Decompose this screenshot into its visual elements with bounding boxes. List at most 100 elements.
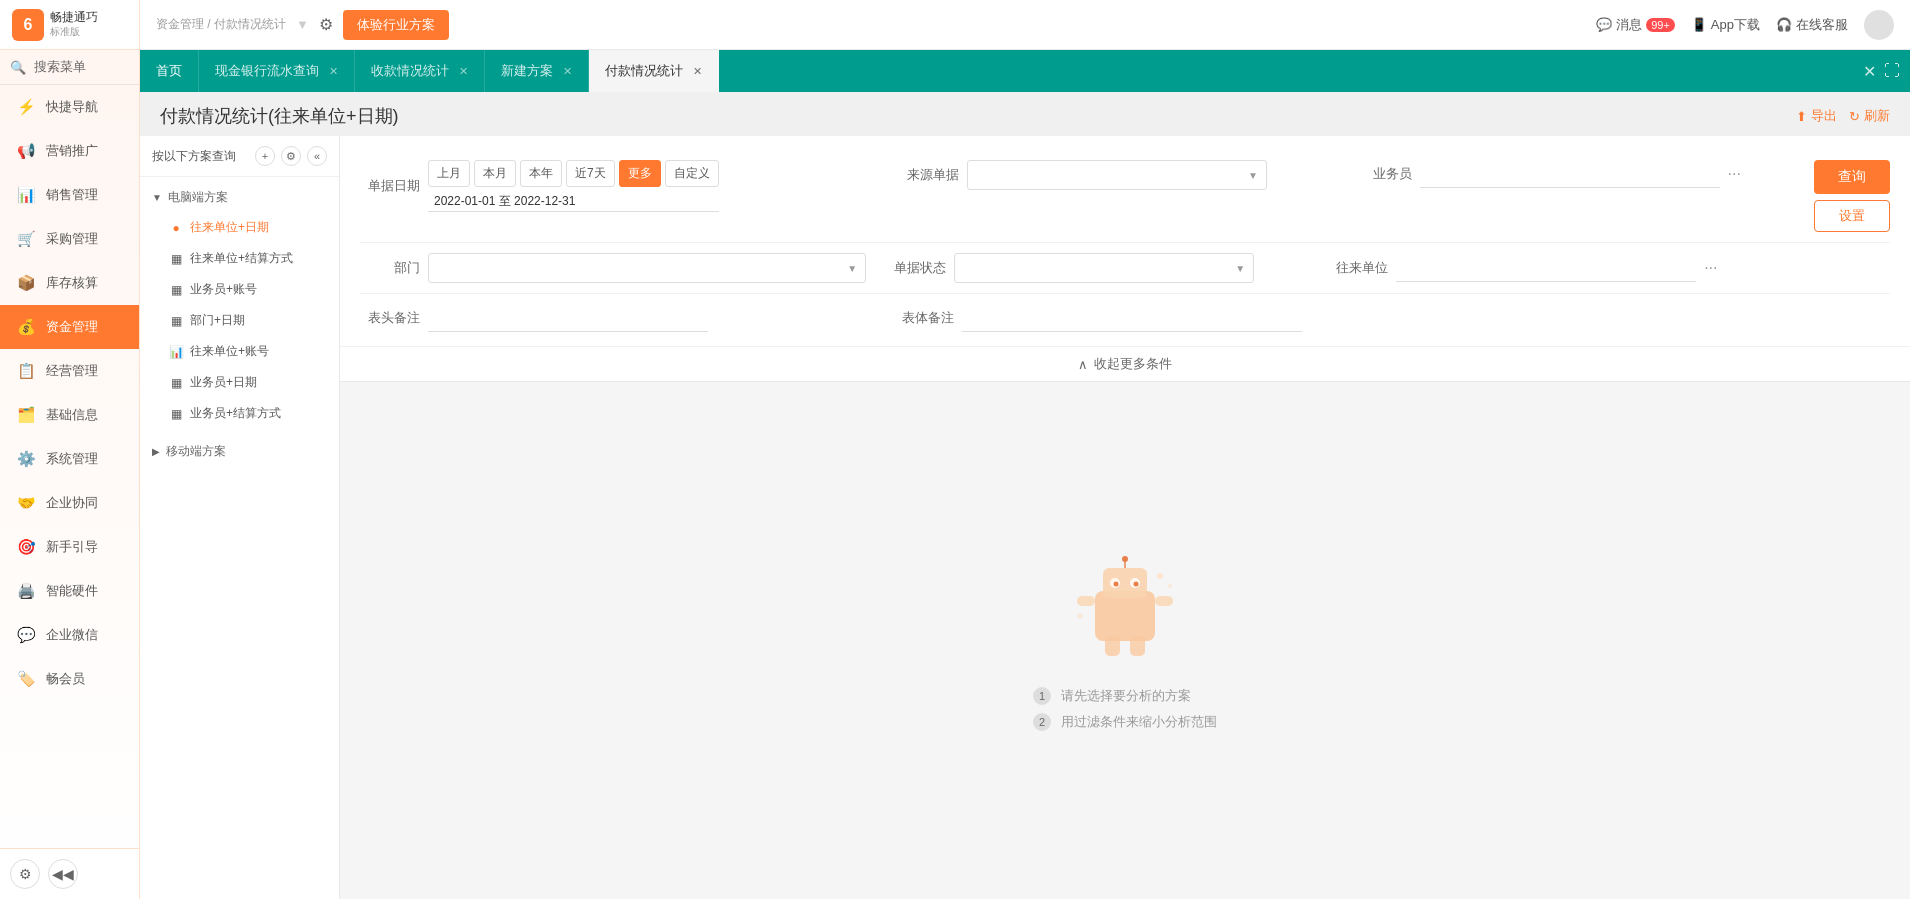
sidebar-item-finance[interactable]: 💰 资金管理 [0,305,139,349]
topbar-settings-icon[interactable]: ⚙ [319,15,333,34]
sidebar-item-inventory[interactable]: 📦 库存核算 [0,261,139,305]
date-range-input[interactable] [428,191,719,212]
sidebar-item-hardware[interactable]: 🖨️ 智能硬件 [0,569,139,613]
salesperson-filter: 业务员 ··· [1352,160,1785,188]
tab-collection-close[interactable]: ✕ [459,65,468,78]
svg-point-13 [1168,584,1172,588]
svg-rect-11 [1130,636,1145,656]
sidebar-item-guide[interactable]: 🎯 新手引导 [0,525,139,569]
sidebar-item-purchase[interactable]: 🛒 采购管理 [0,217,139,261]
messages-btn[interactable]: 💬 消息 99+ [1596,16,1675,34]
sidebar-label: 智能硬件 [46,582,98,600]
date-this-year-btn[interactable]: 本年 [520,160,562,187]
sidebar-item-sales[interactable]: 📊 销售管理 [0,173,139,217]
scheme-group-mobile-title[interactable]: ▶ 移动端方案 [140,437,339,466]
collapse-icon: « [314,150,320,162]
sidebar-item-cooperation[interactable]: 🤝 企业协同 [0,481,139,525]
online-service-btn[interactable]: 🎧 在线客服 [1776,16,1848,34]
app-download-label: App下载 [1711,16,1760,34]
header-note-input[interactable] [428,304,708,332]
doc-status-select[interactable]: ▼ [954,253,1254,283]
tab-home[interactable]: 首页 [140,50,199,92]
tabbar-right: ✕ ⛶ [1853,50,1910,92]
quick-nav-icon: ⚡ [16,97,36,117]
dept-select[interactable]: ▼ [428,253,866,283]
empty-hints: 1 请先选择要分析的方案 2 用过滤条件来缩小分析范围 [1033,687,1217,731]
settings-bottom-btn[interactable]: ⚙ [10,859,40,889]
app-download-btn[interactable]: 📱 App下载 [1691,16,1760,34]
query-btn[interactable]: 查询 [1814,160,1890,194]
header-note-filter: 表头备注 [360,304,874,332]
tab-collection-stats[interactable]: 收款情况统计 ✕ [355,50,485,92]
svg-rect-0 [1095,591,1155,641]
group-label: 电脑端方案 [168,189,228,206]
scheme-item-dept-date[interactable]: ▦ 部门+日期 [140,305,339,336]
export-btn[interactable]: ⬆ 导出 [1796,107,1837,125]
scheme-item-partner-account[interactable]: 📊 往来单位+账号 [140,336,339,367]
date-custom-btn[interactable]: 自定义 [665,160,719,187]
date-last-month-btn[interactable]: 上月 [428,160,470,187]
sidebar-label: 销售管理 [46,186,98,204]
partner-dots[interactable]: ··· [1704,259,1717,277]
sidebar-item-marketing[interactable]: 📢 营销推广 [0,129,139,173]
tab-bank-flow-close[interactable]: ✕ [329,65,338,78]
sidebar-item-basic-info[interactable]: 🗂️ 基础信息 [0,393,139,437]
close-all-tabs-btn[interactable]: ✕ [1863,62,1876,81]
tab-payment-stats[interactable]: 付款情况统计 ✕ [589,50,719,92]
app-version: 标准版 [50,25,98,39]
industry-btn[interactable]: 体验行业方案 [343,10,449,40]
filter-settings-btn[interactable]: 设置 [1814,200,1890,232]
tab-new-plan[interactable]: 新建方案 ✕ [485,50,589,92]
partner-input[interactable] [1396,254,1696,282]
scheme-group-desktop-title[interactable]: ▼ 电脑端方案 [140,183,339,212]
logo-icon: 6 [12,9,44,41]
scheme-header: 按以下方案查询 + ⚙ « [140,136,339,177]
date-7days-btn[interactable]: 近7天 [566,160,615,187]
sidebar-item-member[interactable]: 🏷️ 畅会员 [0,657,139,701]
svg-point-4 [1114,581,1119,586]
collapse-filter-btn[interactable]: ∧ 收起更多条件 [340,346,1910,381]
fullscreen-btn[interactable]: ⛶ [1884,62,1900,80]
scheme-item-salesperson-date[interactable]: ▦ 业务员+日期 [140,367,339,398]
source-select[interactable]: ▼ [967,160,1267,190]
sidebar-item-operations[interactable]: 📋 经营管理 [0,349,139,393]
messages-label: 消息 [1616,16,1642,34]
scheme-label: 业务员+账号 [190,281,257,298]
search-label: 搜索菜单 [34,58,86,76]
sidebar-label: 经营管理 [46,362,98,380]
refresh-btn[interactable]: ↻ 刷新 [1849,107,1890,125]
user-avatar[interactable] [1864,10,1894,40]
collapse-sidebar-btn[interactable]: ◀◀ [48,859,78,889]
body-note-input[interactable] [962,304,1302,332]
scheme-settings-btn[interactable]: ⚙ [281,146,301,166]
online-service-label: 在线客服 [1796,16,1848,34]
collapse-arrow-icon: ∧ [1078,357,1088,372]
inventory-icon: 📦 [16,273,36,293]
tab-payment-stats-close[interactable]: ✕ [693,65,702,78]
topbar-left: 资金管理 / 付款情况统计 ▼ ⚙ 体验行业方案 [156,10,449,40]
search-menu[interactable]: 🔍 搜索菜单 [0,50,139,85]
sidebar-item-system[interactable]: ⚙️ 系统管理 [0,437,139,481]
date-this-month-btn[interactable]: 本月 [474,160,516,187]
finance-icon: 💰 [16,317,36,337]
doc-status-filter: 单据状态 ▼ [886,253,1308,283]
scheme-label: 业务员+结算方式 [190,405,281,422]
scheme-item-salesperson-account[interactable]: ▦ 业务员+账号 [140,274,339,305]
scheme-item-salesperson-settlement[interactable]: ▦ 业务员+结算方式 [140,398,339,429]
scheme-item-partner-settlement[interactable]: ▦ 往来单位+结算方式 [140,243,339,274]
tab-home-label: 首页 [156,62,182,80]
svg-point-12 [1157,573,1163,579]
salesperson-dots[interactable]: ··· [1728,165,1741,183]
dropdown-arrow-icon[interactable]: ▼ [296,17,309,32]
sidebar-item-quick-nav[interactable]: ⚡ 快捷导航 [0,85,139,129]
collapse-scheme-btn[interactable]: « [307,146,327,166]
date-more-btn[interactable]: 更多 [619,160,661,187]
salesperson-input[interactable] [1420,160,1720,188]
add-scheme-btn[interactable]: + [255,146,275,166]
page-actions: ⬆ 导出 ↻ 刷新 [1796,107,1890,125]
tab-new-plan-close[interactable]: ✕ [563,65,572,78]
sidebar-item-wechat[interactable]: 💬 企业微信 [0,613,139,657]
scheme-item-partner-date[interactable]: ● 往来单位+日期 [140,212,339,243]
tab-bank-flow[interactable]: 现金银行流水查询 ✕ [199,50,355,92]
scheme-icon: ▦ [168,313,184,329]
